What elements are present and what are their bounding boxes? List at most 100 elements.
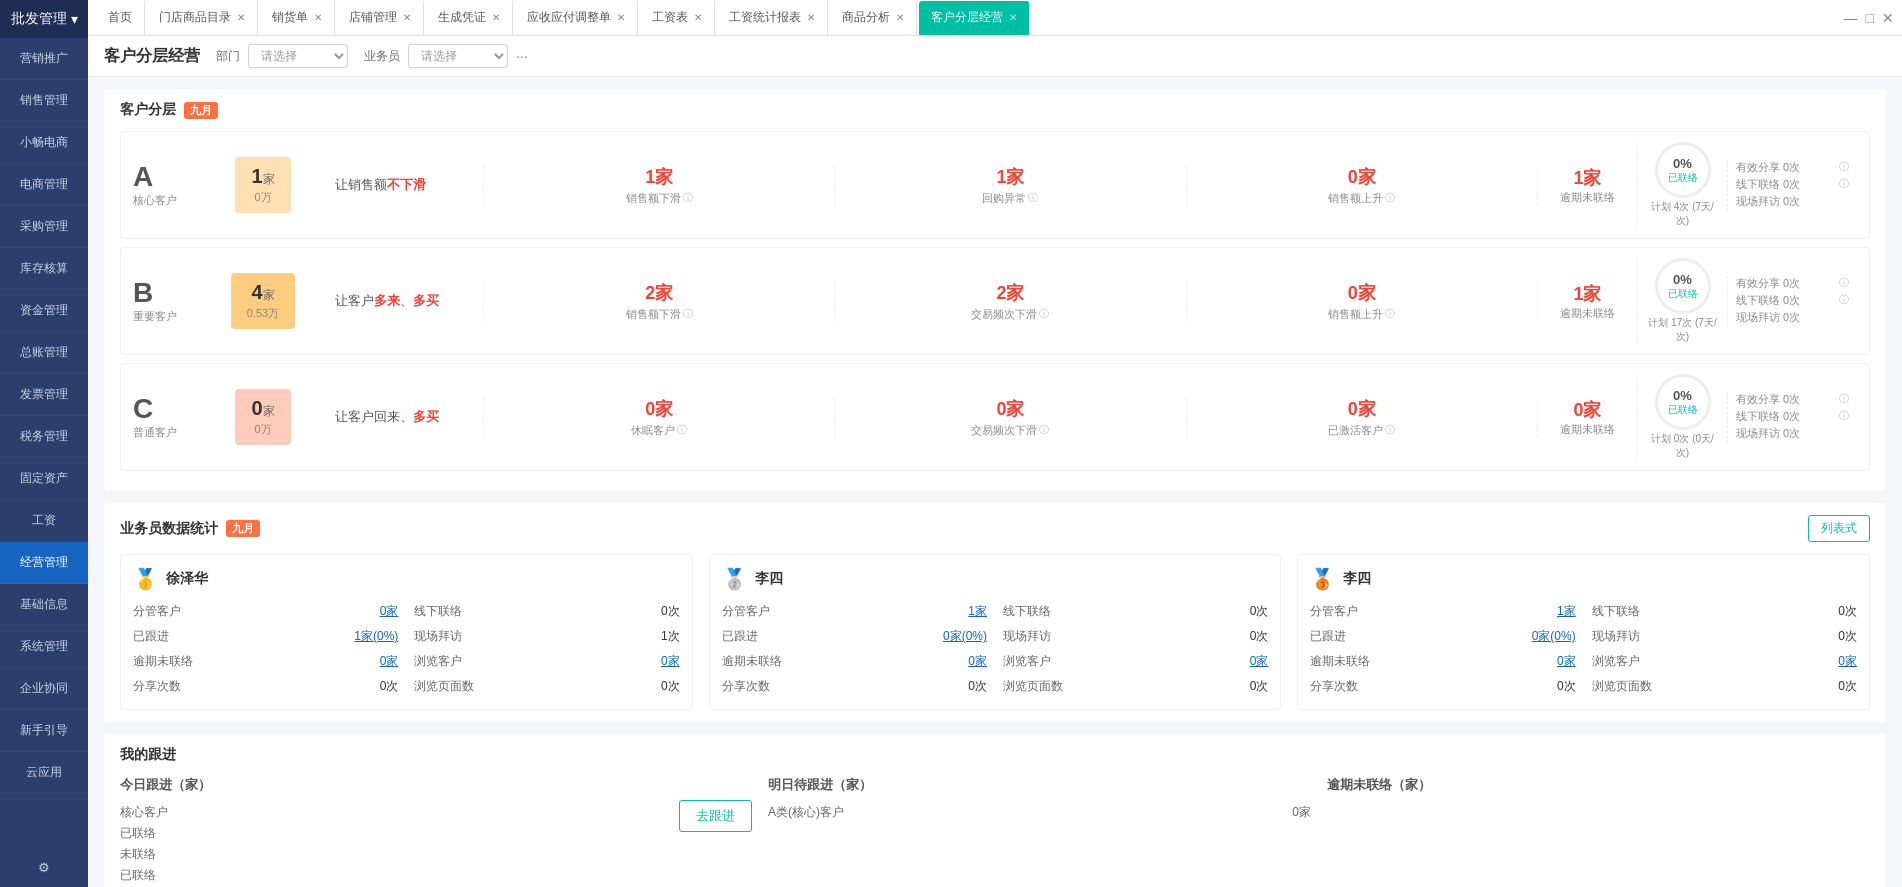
sales-title: 业务员数据统计 九月 <box>120 520 260 538</box>
tab-close-icon[interactable]: ✕ <box>694 12 702 23</box>
more-filters-icon[interactable]: ··· <box>516 48 528 64</box>
dept-select[interactable]: 请选择 <box>248 44 348 68</box>
tab-close-icon[interactable]: ✕ <box>807 12 815 23</box>
tomorrow-followup-col: 明日待跟进（家） A类(核心)客户 0家 <box>768 776 1311 886</box>
tab-客户分层经营[interactable]: 客户分层经营✕ <box>919 1 1030 35</box>
tier-contact-A[interactable]: 1家 逾期未联络 <box>1537 166 1637 205</box>
sidebar-item-税务管理[interactable]: 税务管理 <box>0 416 88 458</box>
stat-rise-A[interactable]: 0家 销售额上升 ⓘ <box>1186 165 1537 206</box>
tomorrow-title: 明日待跟进（家） <box>768 776 1311 794</box>
tabs-bar: 首页门店商品目录✕销货单✕店铺管理✕生成凭证✕应收应付调整单✕工资表✕工资统计报… <box>88 0 1902 36</box>
tab-close-icon[interactable]: ✕ <box>403 12 411 23</box>
settings-icon[interactable]: ⚙ <box>0 848 88 887</box>
tab-close-icon[interactable]: ✕ <box>492 12 500 23</box>
stat-repurchase-A[interactable]: 1家 回购异常 ⓘ <box>834 165 1185 206</box>
list-view-button[interactable]: 列表式 <box>1808 515 1870 542</box>
minimize-icon[interactable]: — <box>1844 10 1858 26</box>
sidebar-top[interactable]: 批发管理 ▾ <box>0 0 88 38</box>
sales-card-header: 🥉 李四 <box>1310 567 1857 591</box>
sales-stat-row: 浏览客户 0家 <box>1592 651 1857 672</box>
sales-stat-row: 现场拜访 0次 <box>1592 626 1857 647</box>
maximize-icon[interactable]: □ <box>1866 10 1874 26</box>
sales-stat-row: 浏览页面数 0次 <box>414 676 679 697</box>
sidebar-item-小畅电商[interactable]: 小畅电商 <box>0 122 88 164</box>
tab-close-icon[interactable]: ✕ <box>237 12 245 23</box>
dept-label: 部门 <box>216 48 240 65</box>
goto-followup-col: 去跟进 <box>679 776 752 886</box>
tab-工资表[interactable]: 工资表✕ <box>640 1 715 35</box>
sales-name: 李四 <box>1343 570 1371 588</box>
sales-stat-row: 浏览页面数 0次 <box>1003 676 1268 697</box>
stat-decline-C[interactable]: 0家 休眠客户 ⓘ <box>483 397 834 438</box>
sidebar-item-固定资产[interactable]: 固定资产 <box>0 458 88 500</box>
sales-card-header: 🥇 徐泽华 <box>133 567 680 591</box>
sidebar: 批发管理 ▾ 营销推广销售管理小畅电商电商管理采购管理库存核算资金管理总账管理发… <box>0 0 88 887</box>
goto-followup-button[interactable]: 去跟进 <box>679 800 752 832</box>
sales-stats-grid: 分管客户 1家 线下联络 0次 已跟进 0家(0%) 现场拜访 0次 逾期未联络… <box>722 601 1269 697</box>
sales-stat-row: 分享次数 0次 <box>722 676 987 697</box>
sales-stat-row: 浏览客户 0家 <box>1003 651 1268 672</box>
stat-rise-B[interactable]: 0家 销售额上升 ⓘ <box>1186 281 1537 322</box>
stat-repurchase-C[interactable]: 0家 交易频次下滑 ⓘ <box>834 397 1185 438</box>
sidebar-item-发票管理[interactable]: 发票管理 <box>0 374 88 416</box>
sidebar-item-经营管理[interactable]: 经营管理 <box>0 542 88 584</box>
sales-header: 业务员数据统计 九月 列表式 <box>120 515 1870 542</box>
stat-repurchase-B[interactable]: 2家 交易频次下滑 ⓘ <box>834 281 1185 322</box>
tier-row-A: A 核心客户 1家 0万 让销售额不下滑 1家 销售额下滑 ⓘ 1家 回购异常 … <box>120 131 1870 239</box>
sales-stat-row: 浏览页面数 0次 <box>1592 676 1857 697</box>
sidebar-item-采购管理[interactable]: 采购管理 <box>0 206 88 248</box>
sidebar-item-基础信息[interactable]: 基础信息 <box>0 584 88 626</box>
sidebar-item-营销推广[interactable]: 营销推广 <box>0 38 88 80</box>
sales-stat-row: 分管客户 0家 <box>133 601 398 622</box>
staff-select[interactable]: 请选择 <box>408 44 508 68</box>
sidebar-item-电商管理[interactable]: 电商管理 <box>0 164 88 206</box>
tab-生成凭证[interactable]: 生成凭证✕ <box>426 1 513 35</box>
tab-店铺管理[interactable]: 店铺管理✕ <box>337 1 424 35</box>
tier-count-A[interactable]: 1家 0万 <box>203 157 323 213</box>
tab-应收应付调整单[interactable]: 应收应付调整单✕ <box>515 1 638 35</box>
staff-label: 业务员 <box>364 48 400 65</box>
sidebar-item-总账管理[interactable]: 总账管理 <box>0 332 88 374</box>
sales-card-0: 🥇 徐泽华 分管客户 0家 线下联络 0次 已跟进 1家(0%) 现场拜访 1次… <box>120 554 693 710</box>
today-followup-col: 今日跟进（家） 核心客户 已联络 未联络 已联络 <box>120 776 663 886</box>
medal-icon: 🥉 <box>1310 567 1335 591</box>
main-area: 首页门店商品目录✕销货单✕店铺管理✕生成凭证✕应收应付调整单✕工资表✕工资统计报… <box>88 0 1902 887</box>
tier-stats-C: 0家 休眠客户 ⓘ 0家 交易频次下滑 ⓘ 0家 已激活客户 ⓘ <box>483 397 1537 438</box>
stat-decline-B[interactable]: 2家 销售额下滑 ⓘ <box>483 281 834 322</box>
sidebar-item-工资[interactable]: 工资 <box>0 500 88 542</box>
tab-销货单[interactable]: 销货单✕ <box>260 1 335 35</box>
tab-close-icon[interactable]: ✕ <box>896 12 904 23</box>
tier-count-C[interactable]: 0家 0万 <box>203 389 323 445</box>
content-header: 客户分层经营 部门 请选择 业务员 请选择 ··· <box>88 36 1902 77</box>
sidebar-item-系统管理[interactable]: 系统管理 <box>0 626 88 668</box>
sales-name: 徐泽华 <box>166 570 208 588</box>
tab-close-icon[interactable]: ✕ <box>314 12 322 23</box>
chevron-down-icon: ▾ <box>71 11 78 27</box>
sidebar-item-企业协同[interactable]: 企业协同 <box>0 668 88 710</box>
sales-stat-row: 已跟进 0家(0%) <box>1310 626 1575 647</box>
tab-close-icon[interactable]: ✕ <box>1009 12 1017 23</box>
stat-rise-C[interactable]: 0家 已激活客户 ⓘ <box>1186 397 1537 438</box>
sales-card-2: 🥉 李四 分管客户 1家 线下联络 0次 已跟进 0家(0%) 现场拜访 0次 … <box>1297 554 1870 710</box>
tier-label-B: B 重要客户 <box>133 279 203 324</box>
tier-contact-B[interactable]: 1家 逾期未联络 <box>1537 282 1637 321</box>
tab-商品分析[interactable]: 商品分析✕ <box>830 1 917 35</box>
tab-close-icon[interactable]: ✕ <box>617 12 625 23</box>
tab-门店商品目录[interactable]: 门店商品目录✕ <box>147 1 258 35</box>
sidebar-item-云应用[interactable]: 云应用 <box>0 752 88 794</box>
tier-circle-A: 0% 已联络 计划 4次 (7天/次) <box>1637 142 1727 228</box>
tier-contact-C[interactable]: 0家 逾期未联络 <box>1537 398 1637 437</box>
tier-label-A: A 核心客户 <box>133 163 203 208</box>
tab-工资统计报表[interactable]: 工资统计报表✕ <box>717 1 828 35</box>
sidebar-item-资金管理[interactable]: 资金管理 <box>0 290 88 332</box>
followup-row: A类(核心)客户 0家 <box>768 802 1311 823</box>
sales-stat-row: 已跟进 1家(0%) <box>133 626 398 647</box>
close-icon[interactable]: ✕ <box>1882 10 1894 26</box>
tier-count-B[interactable]: 4家 0.53万 <box>203 273 323 329</box>
sales-stat-row: 线下联络 0次 <box>414 601 679 622</box>
sidebar-item-销售管理[interactable]: 销售管理 <box>0 80 88 122</box>
tab-首页[interactable]: 首页 <box>96 1 145 35</box>
sidebar-item-新手引导[interactable]: 新手引导 <box>0 710 88 752</box>
sidebar-item-库存核算[interactable]: 库存核算 <box>0 248 88 290</box>
stat-decline-A[interactable]: 1家 销售额下滑 ⓘ <box>483 165 834 206</box>
